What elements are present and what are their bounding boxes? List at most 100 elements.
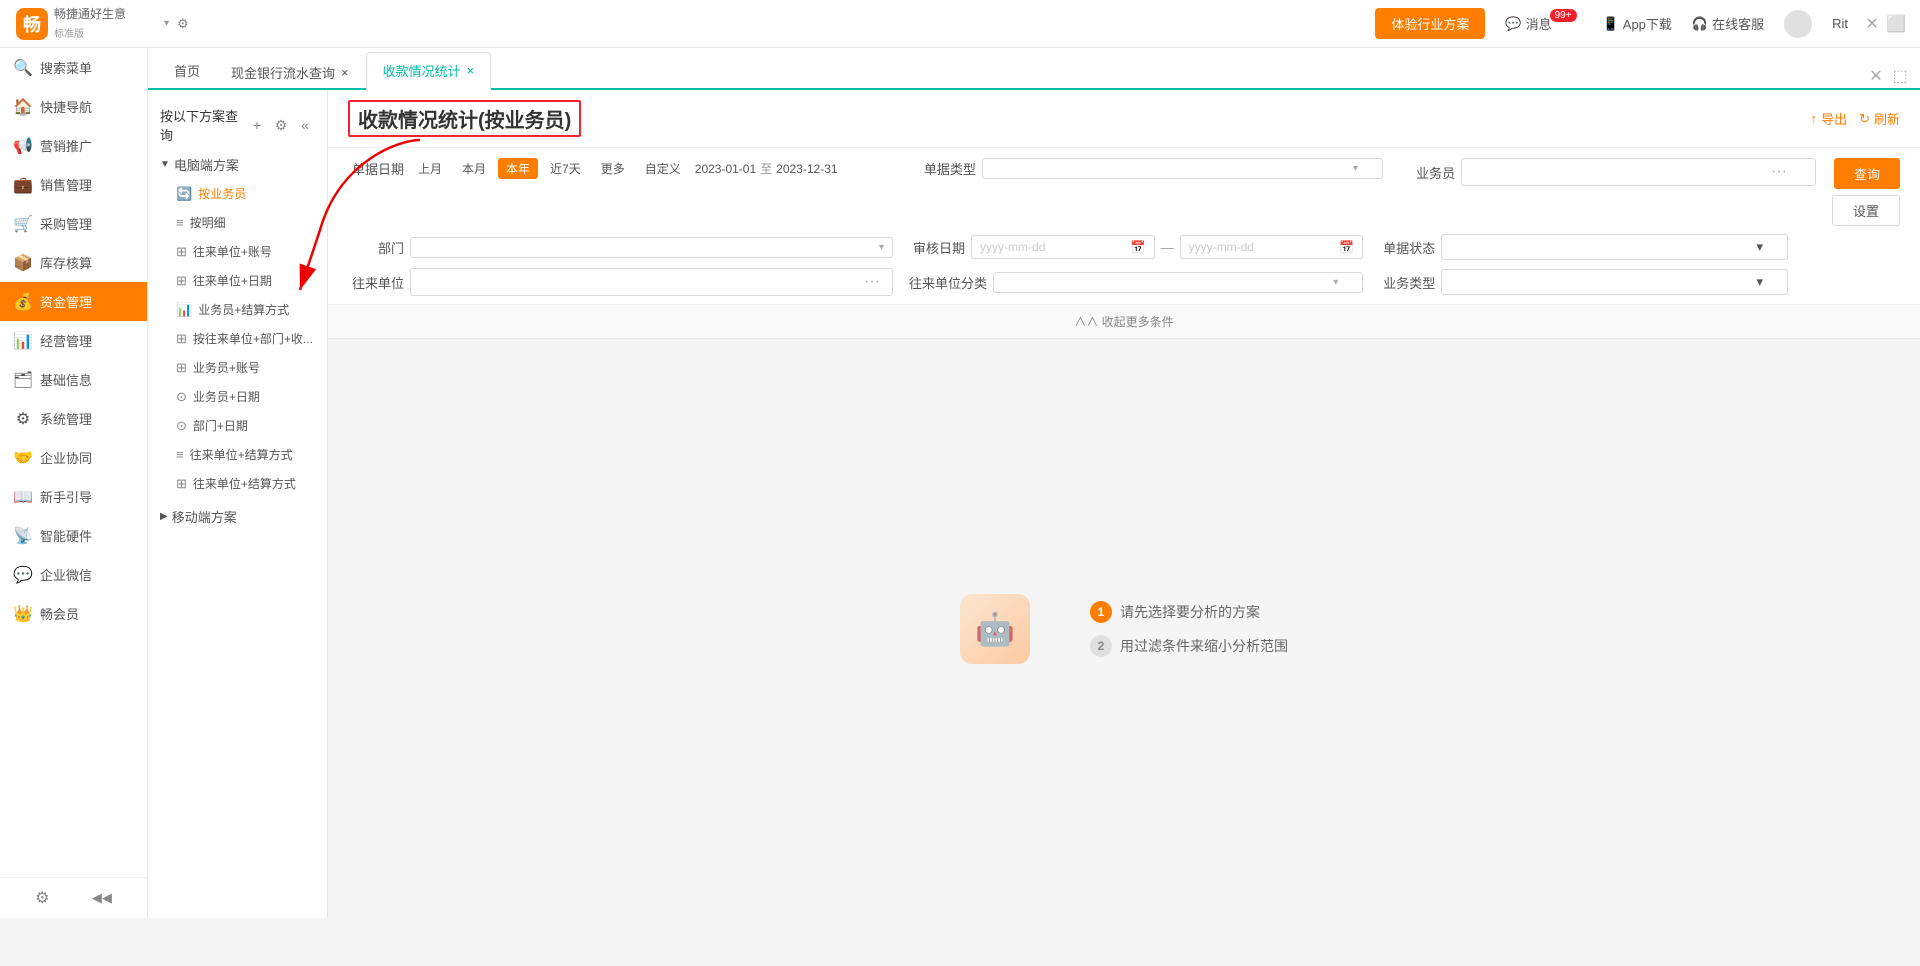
date-btn-this-year[interactable]: 本年 [498, 158, 538, 179]
biz-type-select[interactable]: ▾ [1441, 269, 1788, 295]
scheme-item-dept-date[interactable]: ⊙ 部门+日期 [148, 411, 327, 440]
partner-select[interactable]: ··· [410, 268, 893, 296]
scheme-collapse-btn[interactable]: « [295, 115, 315, 135]
sidebar-item-sys-manage[interactable]: ⚙ 系统管理 [0, 399, 147, 438]
refresh-button[interactable]: ↻ 刷新 [1859, 109, 1900, 128]
tab-home[interactable]: 首页 [160, 53, 214, 88]
online-service[interactable]: 🎧 在线客服 [1692, 14, 1764, 33]
collapse-icon: ∧∧ [1074, 315, 1098, 329]
calendar-icon-end: 📅 [1339, 240, 1354, 254]
app-download-label: App下载 [1623, 14, 1672, 33]
collapse-bar[interactable]: ∧∧ 收起更多条件 [328, 304, 1920, 338]
salesperson-select[interactable]: ··· [1461, 158, 1816, 186]
main-area: 首页 现金银行流水查询 × 收款情况统计 × ✕ ⬚ 按以下方案查询 + ⚙ « [148, 48, 1920, 918]
sidebar-item-inventory[interactable]: 📦 库存核算 [0, 243, 147, 282]
sidebar-item-basic-info[interactable]: 🗂 基础信息 [0, 360, 147, 399]
scheme-partner-account-label: 往来单位+账号 [193, 243, 272, 260]
user-avatar[interactable] [1784, 10, 1812, 38]
message-area[interactable]: 💬 消息 99+ [1505, 14, 1582, 33]
scheme-item-salesperson-account[interactable]: ⊞ 业务员+账号 [148, 353, 327, 382]
partner-ellipsis[interactable]: ··· [860, 273, 884, 291]
close-window-button[interactable]: ✕ [1864, 16, 1880, 32]
audit-date-end[interactable]: yyyy-mm-dd 📅 [1180, 235, 1364, 259]
scheme-salesperson-date-icon: ⊙ [176, 389, 187, 405]
sidebar-item-enterprise-wechat[interactable]: 💬 企业微信 [0, 555, 147, 594]
scheme-salesperson-account-icon: ⊞ [176, 360, 187, 376]
sidebar-item-marketing[interactable]: 📢 营销推广 [0, 126, 147, 165]
sidebar-label-purchase: 采购管理 [40, 214, 92, 233]
settings-button[interactable]: 设置 [1832, 195, 1900, 226]
doc-type-select[interactable]: ▾ [982, 158, 1383, 179]
scheme-salesperson-payment-icon: 📊 [176, 302, 192, 318]
sidebar-item-quick-nav[interactable]: 🏠 快捷导航 [0, 87, 147, 126]
scheme-item-salesperson-payment[interactable]: 📊 业务员+结算方式 [148, 295, 327, 324]
empty-area: 🤖 1 请先选择要分析的方案 2 用过滤条件来缩小分析范围 [328, 339, 1920, 918]
scheme-desktop-label: 电脑端方案 [174, 155, 239, 174]
sidebar-collapse-icon[interactable]: ◀◀ [92, 890, 112, 906]
maximize-window-button[interactable]: ⬜ [1888, 16, 1904, 32]
settings-icon-top[interactable]: ⚙ [177, 16, 189, 32]
basic-info-icon: 🗂 [14, 371, 32, 389]
dept-arrow: ▾ [879, 242, 884, 253]
audit-date-sep: — [1161, 240, 1174, 255]
filter-row-1: 单据日期 上月 本月 本年 近7天 更多 自定义 2023-01-01 至 [328, 148, 1920, 226]
scheme-panel-header: 按以下方案查询 + ⚙ « [148, 100, 327, 150]
export-button[interactable]: ↑ 导出 [1811, 109, 1848, 128]
sidebar-label-quick-nav: 快捷导航 [40, 97, 92, 116]
page-title-actions: ↑ 导出 ↻ 刷新 [1811, 109, 1900, 128]
sidebar-item-operations[interactable]: 📊 经营管理 [0, 321, 147, 360]
date-btn-more[interactable]: 更多 [593, 158, 633, 179]
scheme-item-partner-account[interactable]: ⊞ 往来单位+账号 [148, 237, 327, 266]
tab-close-btn[interactable]: ✕ [1868, 68, 1884, 84]
dept-select[interactable]: ▾ [410, 237, 893, 258]
sidebar-settings-icon[interactable]: ⚙ [35, 888, 49, 908]
sidebar-item-search-menu[interactable]: 🔍 搜索菜单 [0, 48, 147, 87]
scheme-item-partner-payment1[interactable]: ≡ 往来单位+结算方式 [148, 440, 327, 469]
scheme-group-mobile: ▶ 移动端方案 [148, 502, 327, 531]
sidebar-item-member[interactable]: 👑 畅会员 [0, 594, 147, 633]
scheme-group-desktop-title[interactable]: ▼ 电脑端方案 [148, 150, 327, 179]
sidebar-item-new-guide[interactable]: 📖 新手引导 [0, 477, 147, 516]
scheme-item-by-detail[interactable]: ≡ 按明细 [148, 208, 327, 237]
tab-collection-stats-close[interactable]: × [467, 63, 475, 78]
sidebar-item-fund[interactable]: 💰 资金管理 [0, 282, 147, 321]
sidebar-item-enterprise[interactable]: 🤝 企业协同 [0, 438, 147, 477]
scheme-group-mobile-title[interactable]: ▶ 移动端方案 [148, 502, 327, 531]
scheme-settings-btn[interactable]: ⚙ [271, 115, 291, 135]
tab-collection-stats[interactable]: 收款情况统计 × [366, 52, 492, 90]
scheme-item-by-salesperson[interactable]: 🔄 按业务员 [148, 179, 327, 208]
logo-icon: 畅 [16, 8, 48, 40]
date-btn-this-month[interactable]: 本月 [454, 158, 494, 179]
sales-icon: 💼 [14, 176, 32, 194]
sidebar-label-sys-manage: 系统管理 [40, 409, 92, 428]
date-btn-custom[interactable]: 自定义 [637, 158, 689, 179]
tab-bank-flow-close[interactable]: × [341, 65, 349, 80]
doc-status-select[interactable]: ▾ [1441, 234, 1788, 260]
scheme-item-salesperson-date[interactable]: ⊙ 业务员+日期 [148, 382, 327, 411]
partner-category-select[interactable]: ▾ [993, 272, 1363, 293]
date-btn-last-7-days[interactable]: 近7天 [542, 158, 589, 179]
scheme-item-partner-dept[interactable]: ⊞ 按往来单位+部门+收... [148, 324, 327, 353]
date-btn-last-month[interactable]: 上月 [410, 158, 450, 179]
tab-expand-btn[interactable]: ⬚ [1892, 68, 1908, 84]
tab-bar: 首页 现金银行流水查询 × 收款情况统计 × ✕ ⬚ [148, 48, 1920, 90]
sidebar-item-sales[interactable]: 💼 销售管理 [0, 165, 147, 204]
sidebar-item-purchase[interactable]: 🛒 采购管理 [0, 204, 147, 243]
scheme-item-partner-payment2[interactable]: ⊞ 往来单位+结算方式 [148, 469, 327, 498]
empty-step-1: 1 请先选择要分析的方案 [1090, 601, 1288, 623]
app-download[interactable]: 📱 App下载 [1603, 14, 1672, 33]
user-name[interactable]: Rit [1832, 16, 1848, 31]
nav-dropdown[interactable]: ▾ [164, 18, 169, 29]
audit-date-start[interactable]: yyyy-mm-dd 📅 [971, 235, 1155, 259]
date-range-sep: 至 [760, 160, 772, 177]
date-label: 单据日期 [348, 159, 404, 178]
sidebar: 🔍 搜索菜单 🏠 快捷导航 📢 营销推广 💼 销售管理 🛒 采购管理 📦 库存核… [0, 48, 148, 918]
scheme-add-btn[interactable]: + [247, 115, 267, 135]
trial-button[interactable]: 体验行业方案 [1375, 8, 1485, 39]
scheme-dept-date-icon: ⊙ [176, 418, 187, 434]
salesperson-ellipsis[interactable]: ··· [1767, 163, 1791, 181]
query-button[interactable]: 查询 [1834, 158, 1900, 189]
sidebar-item-smart-hw[interactable]: 📡 智能硬件 [0, 516, 147, 555]
scheme-item-partner-date[interactable]: ⊞ 往来单位+日期 [148, 266, 327, 295]
tab-bank-flow[interactable]: 现金银行流水查询 × [214, 54, 366, 90]
